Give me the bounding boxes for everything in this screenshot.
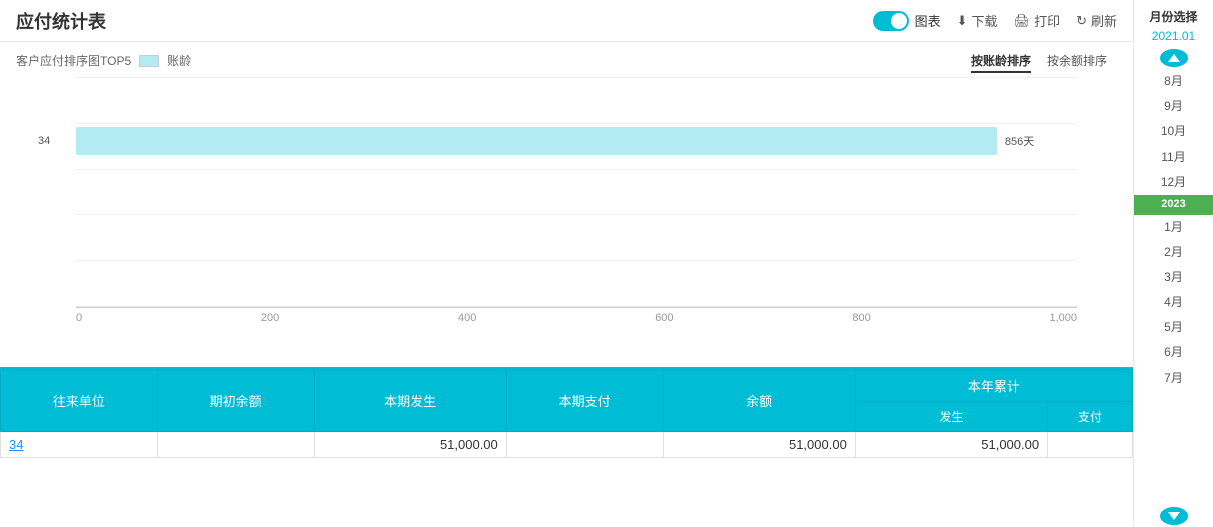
cell-current-occur: 51,000.00 <box>314 432 506 458</box>
chart-canvas: 34 856天 0 200 400 600 800 1,000 <box>16 77 1117 367</box>
month-item[interactable]: 9月 <box>1134 94 1213 119</box>
x-label-800: 800 <box>852 312 870 324</box>
col-ytd-pay: 支付 <box>1048 402 1133 432</box>
cell-unit: 34 <box>1 432 158 458</box>
month-item[interactable]: 2月 <box>1134 240 1213 265</box>
col-ytd: 本年累计 <box>855 370 1132 402</box>
x-axis: 0 200 400 600 800 1,000 <box>76 307 1077 337</box>
sidebar-title: 月份选择 <box>1149 8 1197 25</box>
cell-balance: 51,000.00 <box>663 432 855 458</box>
table-section: 往来单位 期初余额 本期发生 本期支付 余额 本年累计 发生 支付 34 <box>0 367 1133 527</box>
refresh-icon: ↻ <box>1076 13 1087 29</box>
month-item[interactable]: 3月 <box>1134 265 1213 290</box>
chart-legend: 客户应付排序图TOP5 账龄 <box>16 52 191 69</box>
chart-toggle[interactable]: 图表 <box>873 11 941 31</box>
page-title: 应付统计表 <box>16 8 106 34</box>
month-item[interactable]: 4月 <box>1134 290 1213 315</box>
month-item[interactable]: 7月 <box>1134 366 1213 391</box>
col-current-occur: 本期发生 <box>314 370 506 432</box>
chart-toggle-label: 图表 <box>915 11 941 30</box>
toggle-thumb <box>891 13 907 29</box>
header: 应付统计表 图表 ⬇ 下载 🖨 打印 ↻ 刷新 <box>0 0 1133 42</box>
print-icon: 🖨 <box>1014 13 1031 29</box>
chart-inner: 34 856天 0 200 400 600 800 1,000 <box>76 77 1077 337</box>
legend-title: 客户应付排序图TOP5 <box>16 52 131 69</box>
month-item[interactable]: 12月 <box>1134 170 1213 195</box>
bar-end-label: 856天 <box>1005 133 1034 149</box>
print-label: 打印 <box>1034 11 1060 30</box>
col-ytd-occur: 发生 <box>855 402 1047 432</box>
x-label-1000: 1,000 <box>1049 312 1077 324</box>
cell-current-pay <box>506 432 663 458</box>
legend-box <box>139 55 159 67</box>
sort-tab-balance[interactable]: 按账龄排序 <box>971 52 1031 73</box>
x-label-400: 400 <box>458 312 476 324</box>
sidebar-up-button[interactable] <box>1160 49 1188 67</box>
print-button[interactable]: 🖨 打印 <box>1014 11 1061 30</box>
sort-tab-amount[interactable]: 按余额排序 <box>1047 52 1107 73</box>
x-label-200: 200 <box>261 312 279 324</box>
bar-y-label: 34 <box>38 135 50 147</box>
month-item[interactable]: 11月 <box>1134 145 1213 170</box>
download-icon: ⬇ <box>957 13 968 29</box>
x-label-600: 600 <box>655 312 673 324</box>
month-item[interactable]: 5月 <box>1134 315 1213 340</box>
unit-link[interactable]: 34 <box>9 437 23 452</box>
download-button[interactable]: ⬇ 下载 <box>957 11 998 30</box>
refresh-label: 刷新 <box>1091 11 1117 30</box>
month-item[interactable]: 1月 <box>1134 215 1213 240</box>
header-actions: 图表 ⬇ 下载 🖨 打印 ↻ 刷新 <box>873 11 1117 31</box>
table-body: 34 51,000.00 51,000.00 51,000.00 <box>1 432 1133 458</box>
right-sidebar: 月份选择 2021.01 8月9月10月11月12月20231月2月3月4月5月… <box>1133 0 1213 527</box>
bar-rect <box>76 127 997 155</box>
col-balance: 余额 <box>663 370 855 432</box>
month-item[interactable]: 10月 <box>1134 119 1213 144</box>
download-label: 下载 <box>972 11 998 30</box>
col-opening: 期初余额 <box>157 370 314 432</box>
grid-lines <box>76 77 1077 307</box>
legend-box-label: 账龄 <box>167 52 191 69</box>
month-item[interactable]: 8月 <box>1134 69 1213 94</box>
x-label-0: 0 <box>76 312 82 324</box>
data-table: 往来单位 期初余额 本期发生 本期支付 余额 本年累计 发生 支付 34 <box>0 369 1133 458</box>
refresh-button[interactable]: ↻ 刷新 <box>1076 11 1117 30</box>
month-item[interactable]: 2023 <box>1134 195 1213 215</box>
table-header-row: 往来单位 期初余额 本期发生 本期支付 余额 本年累计 <box>1 370 1133 402</box>
bar-row: 34 856天 <box>76 127 1077 155</box>
sidebar-down-button[interactable] <box>1160 507 1188 525</box>
sidebar-current: 2021.01 <box>1152 29 1195 43</box>
table-row: 34 51,000.00 51,000.00 51,000.00 <box>1 432 1133 458</box>
month-list: 8月9月10月11月12月20231月2月3月4月5月6月7月 <box>1134 69 1213 505</box>
col-current-pay: 本期支付 <box>506 370 663 432</box>
sort-tabs: 按账龄排序 按余额排序 <box>971 52 1107 73</box>
cell-ytd-occur: 51,000.00 <box>855 432 1047 458</box>
month-item[interactable]: 6月 <box>1134 340 1213 365</box>
col-unit: 往来单位 <box>1 370 158 432</box>
chart-section: 客户应付排序图TOP5 账龄 按账龄排序 按余额排序 <box>0 42 1133 367</box>
cell-opening <box>157 432 314 458</box>
cell-ytd-pay <box>1048 432 1133 458</box>
toggle-track[interactable] <box>873 11 909 31</box>
